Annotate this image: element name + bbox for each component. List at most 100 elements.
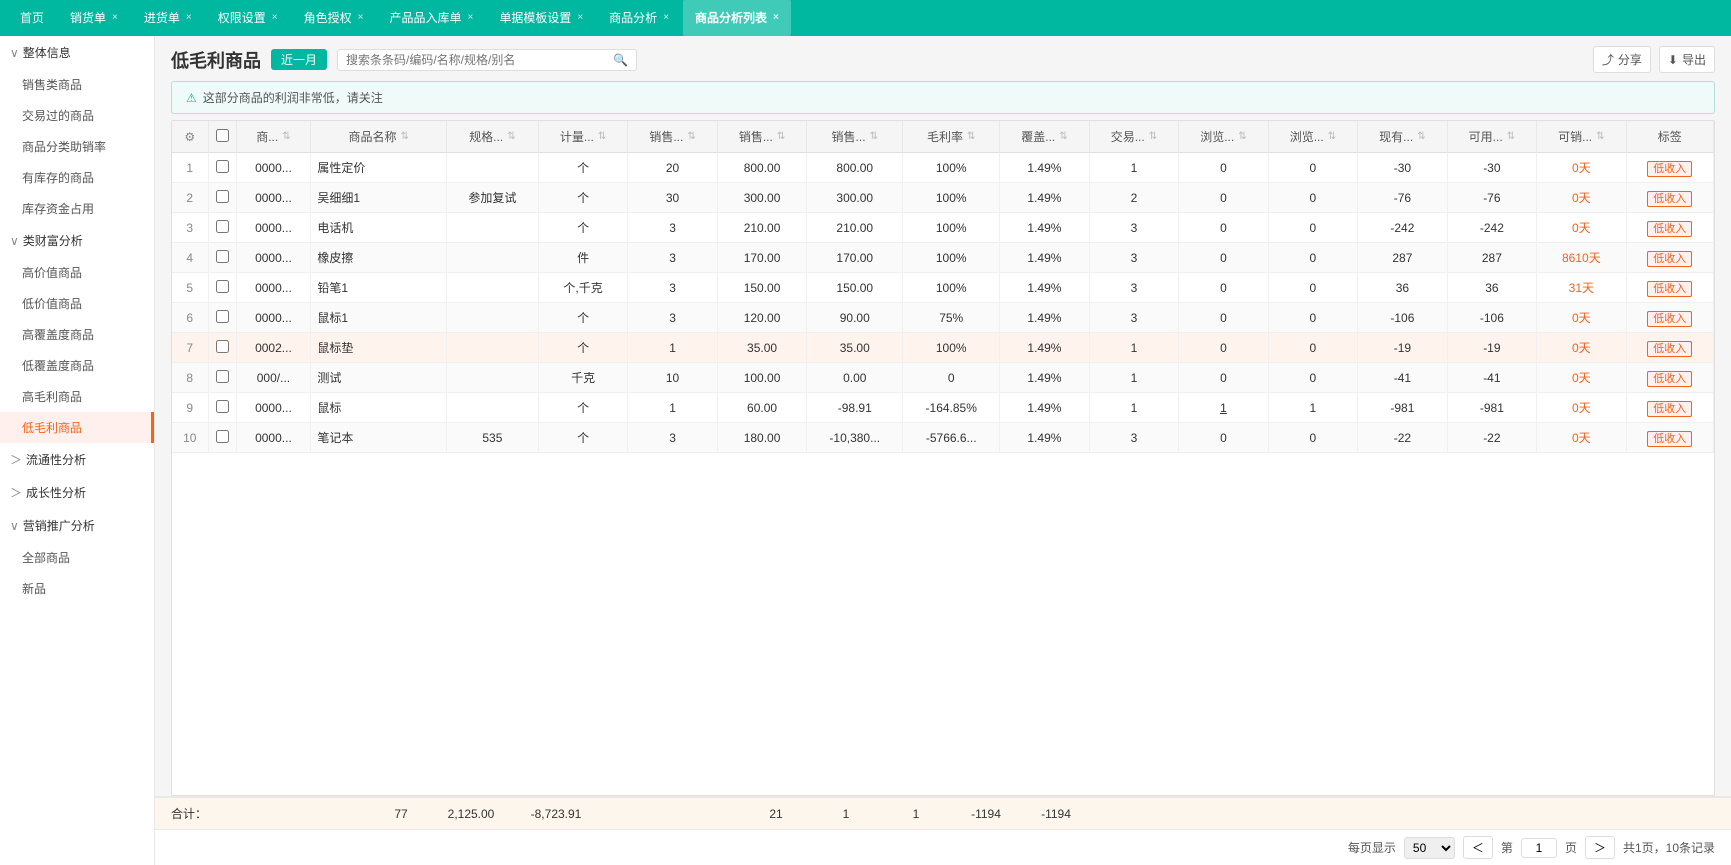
sidebar-item-all-products[interactable]: 全部商品 bbox=[0, 542, 154, 573]
th-current[interactable]: 现有...⇅ bbox=[1358, 121, 1447, 153]
nav-templates-close[interactable]: × bbox=[577, 0, 583, 36]
th-name[interactable]: 商品名称⇅ bbox=[311, 121, 447, 153]
cell-checkbox[interactable] bbox=[208, 183, 236, 213]
sidebar-item-high-value[interactable]: 高价值商品 bbox=[0, 257, 154, 288]
sidebar-item-category-rate[interactable]: 商品分类助销率 bbox=[0, 131, 154, 162]
th-unit[interactable]: 计量...⇅ bbox=[538, 121, 627, 153]
nav-roles-close[interactable]: × bbox=[358, 0, 364, 36]
nav-sales-close[interactable]: × bbox=[112, 0, 118, 36]
row-checkbox[interactable] bbox=[216, 370, 229, 383]
sidebar-group-liquidity[interactable]: ＞ 流通性分析 bbox=[0, 443, 154, 476]
th-checkbox bbox=[208, 121, 236, 153]
cell-view1: 0 bbox=[1179, 303, 1268, 333]
cell-checkbox[interactable] bbox=[208, 303, 236, 333]
sidebar-group-growth[interactable]: ＞ 成长性分析 bbox=[0, 476, 154, 509]
cell-no: 6 bbox=[172, 303, 208, 333]
nav-roles[interactable]: 角色授权× bbox=[292, 0, 376, 36]
sidebar-item-sales-products[interactable]: 销售类商品 bbox=[0, 69, 154, 100]
th-sales-price[interactable]: 销售...⇅ bbox=[717, 121, 806, 153]
sidebar-item-high-margin[interactable]: 高毛利商品 bbox=[0, 381, 154, 412]
sidebar-item-stock-products[interactable]: 有库存的商品 bbox=[0, 162, 154, 193]
page-input[interactable] bbox=[1521, 838, 1557, 858]
nav-analysis-close[interactable]: × bbox=[663, 0, 669, 36]
nav-purchase-close[interactable]: × bbox=[186, 0, 192, 36]
nav-purchase[interactable]: 进货单× bbox=[132, 0, 204, 36]
cell-checkbox[interactable] bbox=[208, 423, 236, 453]
row-checkbox[interactable] bbox=[216, 250, 229, 263]
th-sales-profit[interactable]: 销售...⇅ bbox=[807, 121, 903, 153]
cell-checkbox[interactable] bbox=[208, 363, 236, 393]
cell-unit: 个 bbox=[538, 393, 627, 423]
cell-saleable: 0天 bbox=[1537, 423, 1626, 453]
nav-permissions-close[interactable]: × bbox=[272, 0, 278, 36]
cell-unit: 千克 bbox=[538, 363, 627, 393]
row-checkbox[interactable] bbox=[216, 340, 229, 353]
search-icon[interactable]: 🔍 bbox=[613, 53, 628, 67]
sidebar-item-low-coverage[interactable]: 低覆盖度商品 bbox=[0, 350, 154, 381]
th-code[interactable]: 商...⇅ bbox=[236, 121, 311, 153]
nav-analysis-list-close[interactable]: × bbox=[773, 0, 779, 36]
th-saleable[interactable]: 可销...⇅ bbox=[1537, 121, 1626, 153]
th-coverage[interactable]: 覆盖...⇅ bbox=[1000, 121, 1089, 153]
row-checkbox[interactable] bbox=[216, 280, 229, 293]
page-label: 第 bbox=[1501, 839, 1513, 856]
per-page-label: 每页显示 bbox=[1348, 839, 1396, 856]
th-available[interactable]: 可用...⇅ bbox=[1447, 121, 1536, 153]
row-checkbox[interactable] bbox=[216, 220, 229, 233]
sidebar-group-marketing[interactable]: ∨ 营销推广分析 bbox=[0, 509, 154, 542]
cell-checkbox[interactable] bbox=[208, 153, 236, 183]
th-trade[interactable]: 交易...⇅ bbox=[1089, 121, 1178, 153]
search-box[interactable]: 🔍 bbox=[337, 49, 637, 71]
nav-analysis[interactable]: 商品分析× bbox=[597, 0, 681, 36]
nav-home[interactable]: 首页 bbox=[8, 0, 56, 36]
cell-no: 9 bbox=[172, 393, 208, 423]
nav-products[interactable]: 产品品入库单× bbox=[377, 0, 485, 36]
cell-code: 0000... bbox=[236, 243, 311, 273]
nav-permissions[interactable]: 权限设置× bbox=[206, 0, 290, 36]
sidebar-group-overall[interactable]: ∨ 整体信息 bbox=[0, 36, 154, 69]
next-page-button[interactable]: ＞ bbox=[1585, 836, 1615, 859]
th-spec[interactable]: 规格...⇅ bbox=[446, 121, 538, 153]
export-button[interactable]: ⬇ 导出 bbox=[1659, 46, 1715, 73]
th-sales-qty[interactable]: 销售...⇅ bbox=[628, 121, 717, 153]
cell-saleable: 0天 bbox=[1537, 183, 1626, 213]
share-button[interactable]: ⤴ 分享 bbox=[1593, 46, 1651, 73]
sidebar-item-low-margin[interactable]: 低毛利商品 bbox=[0, 412, 154, 443]
sidebar-item-high-coverage[interactable]: 高覆盖度商品 bbox=[0, 319, 154, 350]
cell-sales-profit: 35.00 bbox=[807, 333, 903, 363]
cell-name: 属性定价 bbox=[311, 153, 447, 183]
row-checkbox[interactable] bbox=[216, 310, 229, 323]
nav-templates[interactable]: 单据模板设置× bbox=[487, 0, 595, 36]
arrow-icon3: ＞ bbox=[10, 451, 22, 468]
row-checkbox[interactable] bbox=[216, 430, 229, 443]
cell-checkbox[interactable] bbox=[208, 213, 236, 243]
cell-checkbox[interactable] bbox=[208, 273, 236, 303]
sidebar-item-traded-products[interactable]: 交易过的商品 bbox=[0, 100, 154, 131]
nav-products-close[interactable]: × bbox=[467, 0, 473, 36]
cell-view1[interactable]: 1 bbox=[1179, 393, 1268, 423]
select-all-checkbox[interactable] bbox=[216, 129, 229, 142]
th-view2[interactable]: 浏览...⇅ bbox=[1268, 121, 1357, 153]
per-page-select[interactable]: 50 20 100 bbox=[1404, 837, 1455, 859]
th-view1[interactable]: 浏览...⇅ bbox=[1179, 121, 1268, 153]
cell-checkbox[interactable] bbox=[208, 393, 236, 423]
row-checkbox[interactable] bbox=[216, 160, 229, 173]
sidebar-item-stock-capital[interactable]: 库存资金占用 bbox=[0, 193, 154, 224]
search-input[interactable] bbox=[346, 53, 609, 67]
total-available: -1194 bbox=[1021, 807, 1091, 821]
th-gross-rate[interactable]: 毛利率⇅ bbox=[903, 121, 1000, 153]
period-tag[interactable]: 近一月 bbox=[271, 49, 327, 70]
cell-checkbox[interactable] bbox=[208, 243, 236, 273]
cell-tag: 低收入 bbox=[1626, 213, 1713, 243]
sidebar-group-wealth[interactable]: ∨ 类财富分析 bbox=[0, 224, 154, 257]
nav-analysis-list[interactable]: 商品分析列表× bbox=[683, 0, 791, 36]
row-checkbox[interactable] bbox=[216, 190, 229, 203]
nav-sales[interactable]: 销货单× bbox=[58, 0, 130, 36]
sidebar-item-low-value[interactable]: 低价值商品 bbox=[0, 288, 154, 319]
cell-saleable: 8610天 bbox=[1537, 243, 1626, 273]
cell-checkbox[interactable] bbox=[208, 333, 236, 363]
row-checkbox[interactable] bbox=[216, 400, 229, 413]
prev-page-button[interactable]: ＜ bbox=[1463, 836, 1493, 859]
sidebar-item-new-products[interactable]: 新品 bbox=[0, 573, 154, 604]
cell-spec bbox=[446, 153, 538, 183]
